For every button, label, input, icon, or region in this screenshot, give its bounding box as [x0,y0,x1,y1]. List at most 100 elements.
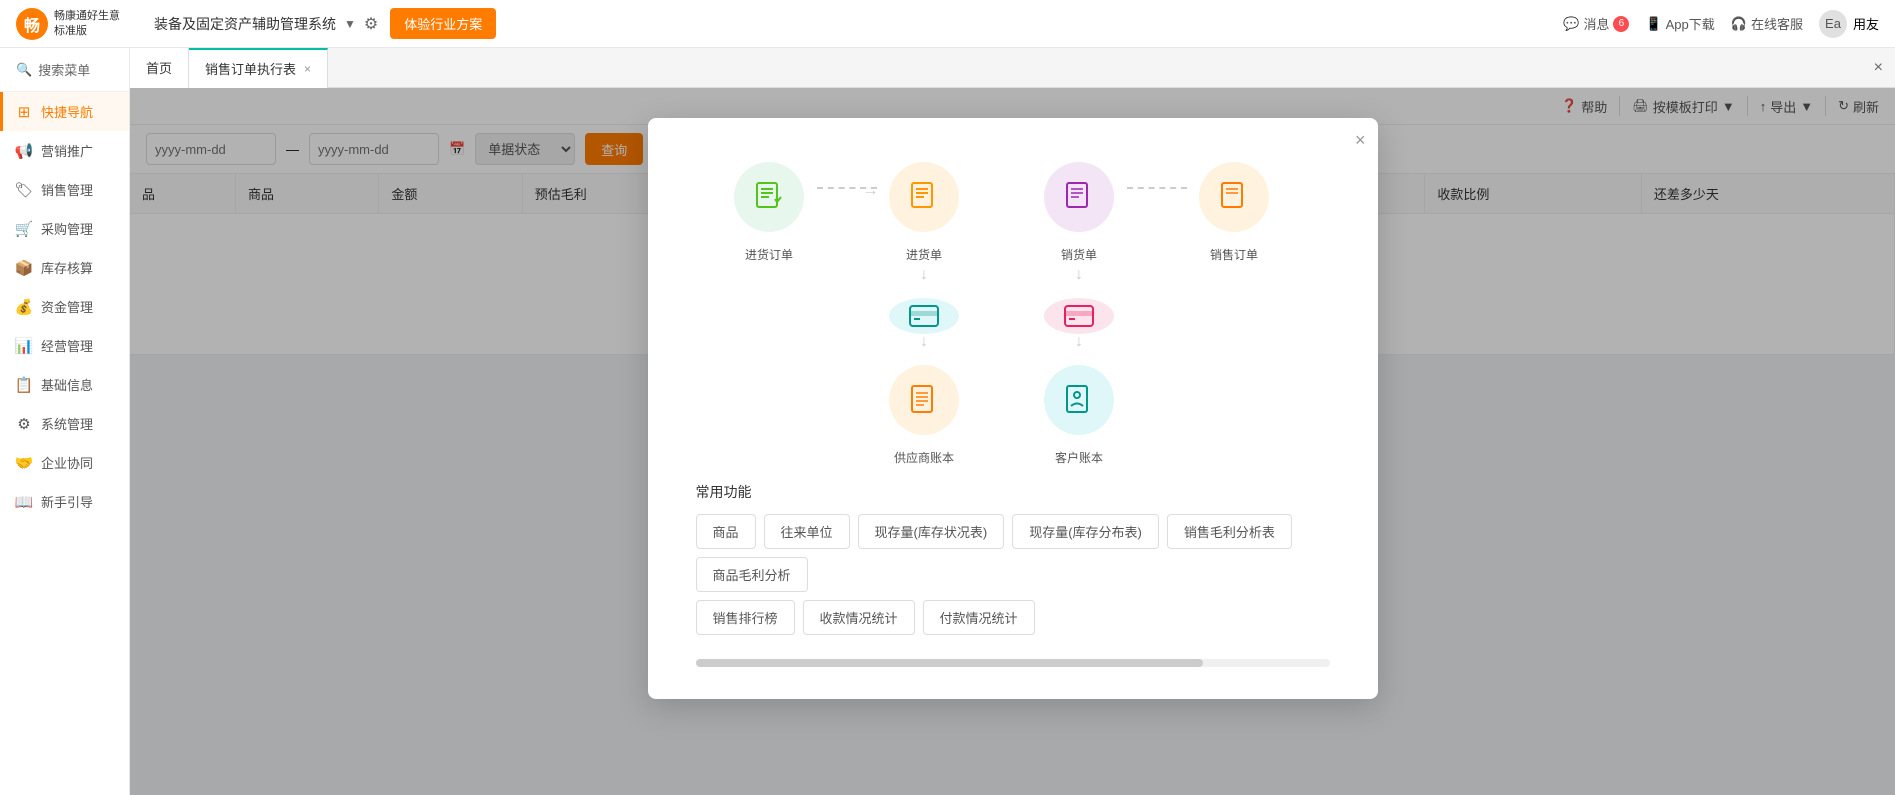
quick-nav-icon: ⊞ [15,103,33,121]
func-btn-payment-stats[interactable]: 付款情况统计 [923,600,1035,635]
sidebar-item-label: 资金管理 [41,297,93,316]
sales-order-icon [1199,162,1269,232]
sidebar-item-finance[interactable]: 💰 资金管理 [0,287,129,326]
enterprise-icon: 🤝 [15,454,33,472]
payment-bill-icon [889,298,959,334]
wf-customer-account [1002,355,1157,445]
sidebar-item-purchase[interactable]: 🛒 采购管理 [0,209,129,248]
wf-payment-bill [847,288,1002,308]
wf-label-supplier-account: 供应商账本 [847,445,1002,466]
modal-overlay[interactable]: × → [130,88,1895,795]
message-badge: 6 [1613,16,1629,32]
func-btn-stock-dist[interactable]: 现存量(库存分布表) [1012,514,1159,549]
sidebar-item-label: 快捷导航 [41,102,93,121]
func-btn-receipt-stats[interactable]: 收款情况统计 [803,600,915,635]
function-buttons-row2: 销售排行榜 收款情况统计 付款情况统计 [696,600,1330,635]
purchase-icon: 🛒 [15,220,33,238]
wf-label-purchase-bill: 进货单 [847,242,1002,262]
search-menu-label: 搜索菜单 [38,60,90,79]
scroll-track[interactable] [696,659,1330,667]
tab-bar-close-button[interactable]: × [1862,59,1895,77]
logo-area: 畅 畅康通好生意 标准版 [16,8,146,40]
app-download-item[interactable]: 📱 App下载 [1645,14,1714,33]
logo-line1: 畅康通好生意 [54,9,120,23]
content-area: 首页 销售订单执行表 × × ❓ 帮助 [130,48,1895,795]
operations-icon: 📊 [15,337,33,355]
search-menu-button[interactable]: 🔍 搜索菜单 [8,56,121,83]
function-buttons-container: 商品 往来单位 现存量(库存状况表) 现存量(库存分布表) 销售毛利分析表 商品… [696,514,1330,592]
wf-label-customer-account: 客户账本 [1002,445,1157,466]
message-item[interactable]: 💬 消息 6 [1563,14,1629,33]
system-settings-button[interactable]: ⚙ [364,14,378,34]
wf-sales-bill [1002,152,1157,242]
sidebar-item-marketing[interactable]: 📢 营销推广 [0,131,129,170]
sidebar-item-system[interactable]: ⚙ 系统管理 [0,404,129,443]
wf-receipt-bill [1002,288,1157,308]
headset-icon: 🎧 [1731,16,1747,32]
basic-info-icon: 📋 [15,376,33,394]
wf-label-purchase-order: 进货订单 [692,242,847,262]
main-area: 🔍 搜索菜单 ⊞ 快捷导航 📢 营销推广 🏷 销售管理 🛒 采购管理 [0,48,1895,795]
sidebar-item-sales[interactable]: 🏷 销售管理 [0,170,129,209]
sidebar-item-operations[interactable]: 📊 经营管理 [0,326,129,365]
tab-sales-order-label: 销售订单执行表 [205,59,296,78]
avatar: Ea [1819,10,1847,38]
sidebar-item-inventory[interactable]: 📦 库存核算 [0,248,129,287]
app-container: 畅 畅康通好生意 标准版 装备及固定资产辅助管理系统 ▼ ⚙ 体验行业方案 💬 … [0,0,1895,795]
sidebar-item-enterprise[interactable]: 🤝 企业协同 [0,443,129,482]
wf-sales-order [1157,152,1312,242]
app-download-label: App下载 [1666,14,1715,33]
sales-bill-icon [1044,162,1114,232]
inventory-icon: 📦 [15,259,33,277]
common-functions-section: 常用功能 商品 往来单位 现存量(库存状况表) 现存量(库存分布表) 销售毛利分… [672,482,1354,651]
func-btn-product-margin[interactable]: 商品毛利分析 [696,557,808,592]
message-icon: 💬 [1563,16,1579,32]
sidebar-item-label: 销售管理 [41,180,93,199]
sidebar-item-basic-info[interactable]: 📋 基础信息 [0,365,129,404]
wf-purchase-order: → [692,152,847,242]
sidebar-item-label: 采购管理 [41,219,93,238]
tab-close-icon[interactable]: × [304,62,311,76]
supplier-account-icon [889,365,959,435]
marketing-icon: 📢 [15,142,33,160]
tab-home-label: 首页 [146,58,172,77]
top-bar: 畅 畅康通好生意 标准版 装备及固定资产辅助管理系统 ▼ ⚙ 体验行业方案 💬 … [0,0,1895,48]
trial-button[interactable]: 体验行业方案 [390,8,496,39]
guide-icon: 📖 [15,493,33,511]
sidebar-item-guide[interactable]: 📖 新手引导 [0,482,129,521]
receipt-bill-icon [1044,298,1114,334]
workflow-modal: × → [648,118,1378,699]
arrow-down-payment: ↓ [847,262,1002,288]
tab-sales-order[interactable]: 销售订单执行表 × [189,48,328,88]
sidebar-item-label: 营销推广 [41,141,93,160]
online-service-item[interactable]: 🎧 在线客服 [1731,14,1803,33]
logo-text: 畅康通好生意 标准版 [54,9,120,38]
finance-icon: 💰 [15,298,33,316]
logo-icon: 畅 [16,8,48,40]
system-dropdown-button[interactable]: ▼ [344,17,356,31]
sidebar-item-label: 新手引导 [41,492,93,511]
search-icon: 🔍 [16,62,32,78]
purchase-bill-icon [889,162,959,232]
wf-label-sales-order: 销售订单 [1157,242,1312,262]
sales-icon: 🏷 [15,181,33,199]
user-name: 用友 [1853,14,1879,33]
user-area[interactable]: Ea 用友 [1819,10,1879,38]
top-right-area: 💬 消息 6 📱 App下载 🎧 在线客服 Ea 用友 [1563,10,1879,38]
func-btn-sales-rank[interactable]: 销售排行榜 [696,600,795,635]
func-btn-stock-status[interactable]: 现存量(库存状况表) [858,514,1005,549]
scroll-thumb[interactable] [696,659,1203,667]
func-btn-product[interactable]: 商品 [696,514,756,549]
page-content: ❓ 帮助 🖨 按模板打印 ▼ ↑ 导出 ▼ [130,88,1895,795]
sidebar-item-quick-nav[interactable]: ⊞ 快捷导航 [0,92,129,131]
online-service-label: 在线客服 [1751,14,1803,33]
system-icon: ⚙ [15,415,33,433]
func-btn-partner[interactable]: 往来单位 [764,514,850,549]
modal-close-button[interactable]: × [1355,130,1366,151]
system-name-text: 装备及固定资产辅助管理系统 [154,14,336,34]
func-btn-sales-margin[interactable]: 销售毛利分析表 [1167,514,1292,549]
sidebar-item-label: 经营管理 [41,336,93,355]
sidebar: 🔍 搜索菜单 ⊞ 快捷导航 📢 营销推广 🏷 销售管理 🛒 采购管理 [0,48,130,795]
tab-home[interactable]: 首页 [130,48,189,88]
message-label: 消息 [1583,14,1609,33]
